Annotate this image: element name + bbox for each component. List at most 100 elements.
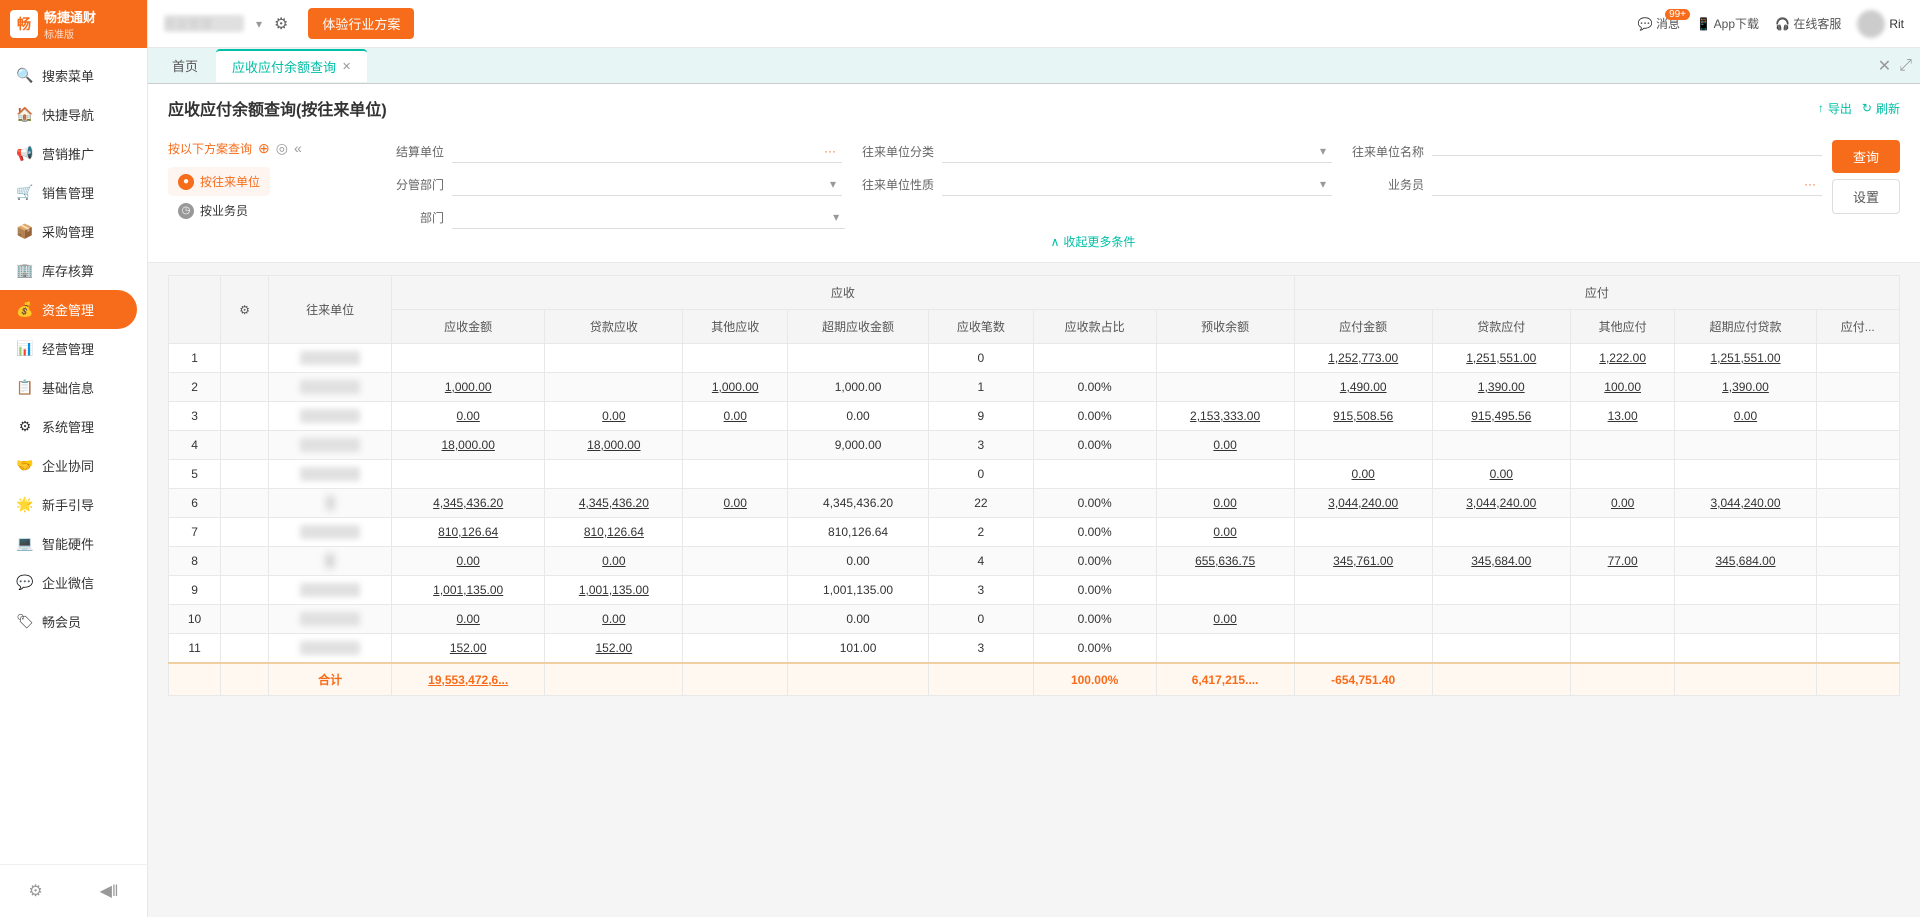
data-cell[interactable]: 1,001,135.00 [545, 576, 683, 605]
data-cell[interactable]: 0.00 [683, 402, 788, 431]
salesperson-input[interactable]: ··· [1432, 173, 1822, 196]
data-cell[interactable] [683, 547, 788, 576]
sidebar-item-collab[interactable]: 🤝 企业协同 [0, 446, 147, 485]
data-cell[interactable] [1570, 431, 1675, 460]
collapse-btn[interactable]: ∧ 收起更多条件 [364, 233, 1822, 250]
data-cell[interactable] [1294, 605, 1432, 634]
partner-category-input[interactable]: ▾ [942, 140, 1332, 163]
sidebar-settings-btn[interactable]: ⚙ [22, 875, 48, 907]
data-cell[interactable]: 655,636.75 [1156, 547, 1294, 576]
customer-service-btn[interactable]: 🎧 在线客服 [1775, 15, 1841, 32]
data-cell[interactable] [683, 344, 788, 373]
sidebar-item-member[interactable]: 🏷 畅会员 [0, 602, 147, 641]
data-cell[interactable]: 0.00 [1294, 460, 1432, 489]
data-cell[interactable] [392, 460, 545, 489]
data-cell[interactable]: 13.00 [1570, 402, 1675, 431]
data-cell[interactable] [1294, 576, 1432, 605]
sidebar-item-marketing[interactable]: 📢 营销推广 [0, 134, 147, 173]
data-cell[interactable] [1432, 431, 1570, 460]
close-all-icon[interactable]: ✕ [1878, 56, 1891, 76]
data-cell[interactable]: 0.00 [1432, 460, 1570, 489]
data-cell[interactable] [545, 373, 683, 402]
sidebar-item-operations[interactable]: 📊 经营管理 [0, 329, 147, 368]
data-cell[interactable]: 0.00 [392, 547, 545, 576]
sidebar-item-purchase[interactable]: 📦 采购管理 [0, 212, 147, 251]
tab-ar-query[interactable]: 应收应付余额查询 ✕ [216, 49, 367, 82]
data-cell[interactable]: 0.00 [1570, 489, 1675, 518]
data-cell[interactable]: 18,000.00 [392, 431, 545, 460]
data-cell[interactable]: 1,390.00 [1675, 373, 1816, 402]
data-cell[interactable]: 1,000.00 [392, 373, 545, 402]
data-cell[interactable]: 0.00 [545, 547, 683, 576]
data-cell[interactable] [1675, 576, 1816, 605]
query-button[interactable]: 查询 [1832, 140, 1900, 173]
messages-btn[interactable]: 💬 消息 99+ [1638, 15, 1680, 32]
settings-icon[interactable]: ⚙ [274, 14, 288, 34]
th-settings[interactable]: ⚙ [221, 276, 269, 344]
data-cell[interactable] [1294, 431, 1432, 460]
department-input[interactable]: ▾ [452, 173, 842, 196]
data-cell[interactable] [1570, 576, 1675, 605]
data-cell[interactable]: 4,345,436.20 [545, 489, 683, 518]
data-cell[interactable]: 1,390.00 [1432, 373, 1570, 402]
trial-btn[interactable]: 体验行业方案 [308, 8, 414, 39]
settings-button[interactable]: 设置 [1832, 179, 1900, 214]
data-cell[interactable]: 0.00 [1156, 605, 1294, 634]
data-cell[interactable] [683, 460, 788, 489]
data-cell[interactable]: 2,153,333.00 [1156, 402, 1294, 431]
data-cell[interactable] [1675, 518, 1816, 547]
data-cell[interactable] [1156, 634, 1294, 664]
data-cell[interactable] [683, 576, 788, 605]
data-cell[interactable] [1675, 605, 1816, 634]
data-cell[interactable]: 4,345,436.20 [392, 489, 545, 518]
data-cell[interactable]: 0.00 [1156, 489, 1294, 518]
sidebar-item-search[interactable]: 🔍 搜索菜单 [0, 56, 147, 95]
data-cell[interactable] [1294, 634, 1432, 664]
add-scheme-btn[interactable]: ⊕ [258, 140, 270, 157]
data-cell[interactable]: 1,490.00 [1294, 373, 1432, 402]
data-cell[interactable]: 1,252,773.00 [1294, 344, 1432, 373]
edit-scheme-btn[interactable]: ◎ [276, 140, 288, 157]
data-cell[interactable]: 152.00 [392, 634, 545, 664]
export-btn[interactable]: ↑ 导出 [1818, 100, 1852, 117]
data-cell[interactable]: 18,000.00 [545, 431, 683, 460]
data-cell[interactable] [1432, 634, 1570, 664]
close-tab-btn[interactable]: ✕ [342, 60, 351, 73]
app-download-btn[interactable]: 📱 App下载 [1696, 15, 1759, 32]
dept-input[interactable]: ▾ [452, 206, 845, 229]
data-cell[interactable]: 1,000.00 [683, 373, 788, 402]
data-cell[interactable]: 915,495.56 [1432, 402, 1570, 431]
data-cell[interactable] [1675, 460, 1816, 489]
data-cell[interactable] [1675, 634, 1816, 664]
sidebar-item-basic[interactable]: 📋 基础信息 [0, 368, 147, 407]
data-cell[interactable] [1156, 576, 1294, 605]
sidebar-item-quick[interactable]: 🏠 快捷导航 [0, 95, 147, 134]
sidebar-item-finance[interactable]: 💰 资金管理 [0, 290, 137, 329]
data-cell[interactable] [1156, 344, 1294, 373]
tab-home[interactable]: 首页 [156, 50, 214, 81]
data-cell[interactable]: 810,126.64 [392, 518, 545, 547]
data-cell[interactable]: 0.00 [1156, 431, 1294, 460]
sidebar-item-sales[interactable]: 🛒 销售管理 [0, 173, 147, 212]
data-cell[interactable] [1675, 431, 1816, 460]
data-cell[interactable] [1156, 373, 1294, 402]
data-cell[interactable]: 915,508.56 [1294, 402, 1432, 431]
data-cell[interactable]: 1,001,135.00 [392, 576, 545, 605]
data-cell[interactable]: 345,684.00 [1675, 547, 1816, 576]
data-cell[interactable]: 77.00 [1570, 547, 1675, 576]
data-cell[interactable] [1570, 634, 1675, 664]
partner-nature-input[interactable]: ▾ [942, 173, 1332, 196]
data-cell[interactable]: 810,126.64 [545, 518, 683, 547]
sidebar-item-wechat[interactable]: 💬 企业微信 [0, 563, 147, 602]
data-cell[interactable] [1432, 576, 1570, 605]
sidebar-item-hardware[interactable]: 💻 智能硬件 [0, 524, 147, 563]
data-cell[interactable] [683, 634, 788, 664]
data-cell[interactable]: 0.00 [545, 605, 683, 634]
data-cell[interactable] [545, 460, 683, 489]
data-cell[interactable]: 0.00 [1675, 402, 1816, 431]
data-cell[interactable]: 3,044,240.00 [1294, 489, 1432, 518]
data-cell[interactable] [545, 344, 683, 373]
data-cell[interactable]: 100.00 [1570, 373, 1675, 402]
data-cell[interactable] [1570, 605, 1675, 634]
data-cell[interactable]: 0.00 [1156, 518, 1294, 547]
